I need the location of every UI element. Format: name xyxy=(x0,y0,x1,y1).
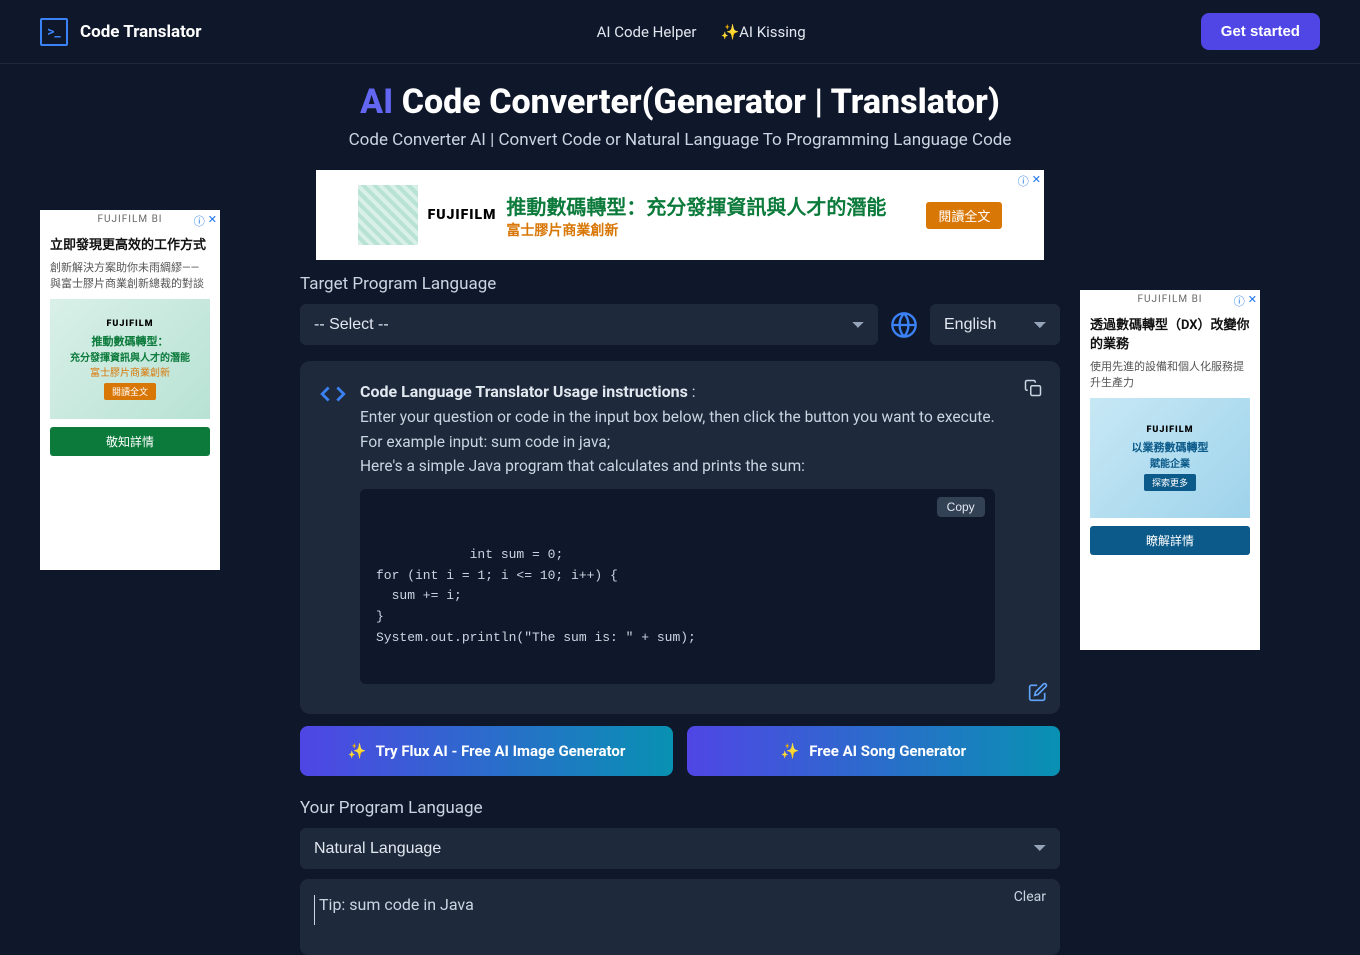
nav-left: >_ Code Translator xyxy=(40,18,201,46)
edit-icon[interactable] xyxy=(1028,682,1048,706)
nav-link-kissing[interactable]: ✨AI Kissing xyxy=(720,23,805,41)
your-language-select[interactable]: Natural Language xyxy=(300,828,1060,869)
page-subtitle: Code Converter AI | Convert Code or Natu… xyxy=(20,130,1340,150)
promo-song-generator[interactable]: ✨ Free AI Song Generator xyxy=(687,726,1060,776)
nav-center: AI Code Helper ✨AI Kissing xyxy=(597,23,806,41)
copy-card-icon[interactable] xyxy=(1024,379,1042,401)
instructions-title: Code Language Translator Usage instructi… xyxy=(360,382,688,401)
banner-headline: 推動數碼轉型：充分發揮資訊與人才的潛能 xyxy=(506,195,886,219)
right-ad-image: FUJIFILM 以業務數碼轉型 賦能企業 探索更多 xyxy=(1090,398,1250,518)
input-card: Clear Tip: sum code in Java xyxy=(300,879,1060,955)
right-ad-title: 透過數碼轉型（DX）改變你的業務 xyxy=(1090,314,1250,352)
right-ad[interactable]: FUJIFILM BI ⓘ ✕ 透過數碼轉型（DX）改變你的業務 使用先進的設備… xyxy=(1080,290,1260,650)
ad-info-icon[interactable]: ⓘ xyxy=(194,213,205,229)
right-ad-column: FUJIFILM BI ⓘ ✕ 透過數碼轉型（DX）改變你的業務 使用先進的設備… xyxy=(1080,290,1320,650)
nav-link-helper[interactable]: AI Code Helper xyxy=(597,23,697,41)
copy-code-button[interactable]: Copy xyxy=(937,497,985,517)
target-language-label: Target Program Language xyxy=(300,274,1060,294)
title-ai: AI xyxy=(360,82,393,122)
right-ad-cta[interactable]: 瞭解詳情 xyxy=(1090,526,1250,555)
instructions-line3: Here's a simple Java program that calcul… xyxy=(360,457,805,475)
instructions-line1: Enter your question or code in the input… xyxy=(360,408,995,426)
ad-brand-label: FUJIFILM BI xyxy=(1137,294,1202,305)
ad-info-icon[interactable]: ⓘ xyxy=(1234,293,1245,309)
your-language-label: Your Program Language xyxy=(300,798,1060,818)
banner-graphic xyxy=(358,185,418,245)
hero: AI Code Converter(Generator | Translator… xyxy=(0,64,1360,160)
target-language-row: -- Select -- English xyxy=(300,304,1060,345)
left-ad-column: FUJIFILM BI ⓘ ✕ 立即發現更高效的工作方式 創新解決方案助你未雨綢… xyxy=(40,210,280,570)
page-title: AI Code Converter(Generator | Translator… xyxy=(20,82,1340,122)
ad-close-icon[interactable]: ✕ xyxy=(1248,293,1257,309)
sparkle-icon: ✨ xyxy=(781,742,800,760)
instructions-card: Code Language Translator Usage instructi… xyxy=(300,361,1060,714)
ad-close-controls[interactable]: ⓘ ✕ xyxy=(194,213,217,229)
banner-sub: 富士膠片商業創新 xyxy=(506,220,886,240)
left-ad[interactable]: FUJIFILM BI ⓘ ✕ 立即發現更高效的工作方式 創新解決方案助你未雨綢… xyxy=(40,210,220,570)
code-icon xyxy=(320,381,346,407)
ad-close-icon[interactable]: ✕ xyxy=(208,213,217,229)
ad-info-icon[interactable]: ⓘ xyxy=(1018,173,1029,189)
logo-icon: >_ xyxy=(40,18,68,46)
left-ad-cta[interactable]: 敬知詳情 xyxy=(50,427,210,456)
banner-ad-close[interactable]: ⓘ ✕ xyxy=(1018,173,1041,189)
left-ad-sub: 創新解決方案助你未雨綢繆——與富士膠片商業創新總裁的對談 xyxy=(50,259,210,291)
navbar: >_ Code Translator AI Code Helper ✨AI Ki… xyxy=(0,0,1360,64)
ad-close-icon[interactable]: ✕ xyxy=(1032,173,1041,189)
left-ad-title: 立即發現更高效的工作方式 xyxy=(50,234,210,253)
ui-language-select[interactable]: English xyxy=(930,304,1060,345)
right-ad-sub: 使用先進的設備和個人化服務提升生產力 xyxy=(1090,358,1250,390)
brand-title: Code Translator xyxy=(80,22,201,42)
banner-ad[interactable]: ⓘ ✕ FUJIFILM 推動數碼轉型：充分發揮資訊與人才的潛能 富士膠片商業創… xyxy=(316,170,1044,260)
instructions-line2: For example input: sum code in java; xyxy=(360,433,610,451)
title-rest: Code Converter(Generator | Translator) xyxy=(393,82,1000,122)
get-started-button[interactable]: Get started xyxy=(1201,13,1320,50)
target-language-select[interactable]: -- Select -- xyxy=(300,304,878,345)
ad-close-controls[interactable]: ⓘ ✕ xyxy=(1234,293,1257,309)
banner-cta[interactable]: 閱讀全文 xyxy=(926,202,1002,229)
clear-button[interactable]: Clear xyxy=(1014,889,1046,905)
sparkle-icon: ✨ xyxy=(348,742,367,760)
main-column: ⓘ ✕ FUJIFILM 推動數碼轉型：充分發揮資訊與人才的潛能 富士膠片商業創… xyxy=(300,160,1060,955)
ad-brand-label: FUJIFILM BI xyxy=(97,214,162,225)
code-input[interactable]: Tip: sum code in Java xyxy=(314,895,1046,925)
main-layout: FUJIFILM BI ⓘ ✕ 立即發現更高效的工作方式 創新解決方案助你未雨綢… xyxy=(0,160,1360,955)
left-ad-image: FUJIFILM 推動數碼轉型： 充分發揮資訊與人才的潛能 富士膠片商業創新 閱… xyxy=(50,299,210,419)
globe-icon xyxy=(890,311,918,339)
input-placeholder-text: Tip: sum code in Java xyxy=(319,895,474,914)
code-text: int sum = 0; for (int i = 1; i <= 10; i+… xyxy=(376,547,696,645)
promo-row: ✨ Try Flux AI - Free AI Image Generator … xyxy=(300,726,1060,776)
promo-flux-ai[interactable]: ✨ Try Flux AI - Free AI Image Generator xyxy=(300,726,673,776)
code-example: Copy int sum = 0; for (int i = 1; i <= 1… xyxy=(360,489,995,683)
